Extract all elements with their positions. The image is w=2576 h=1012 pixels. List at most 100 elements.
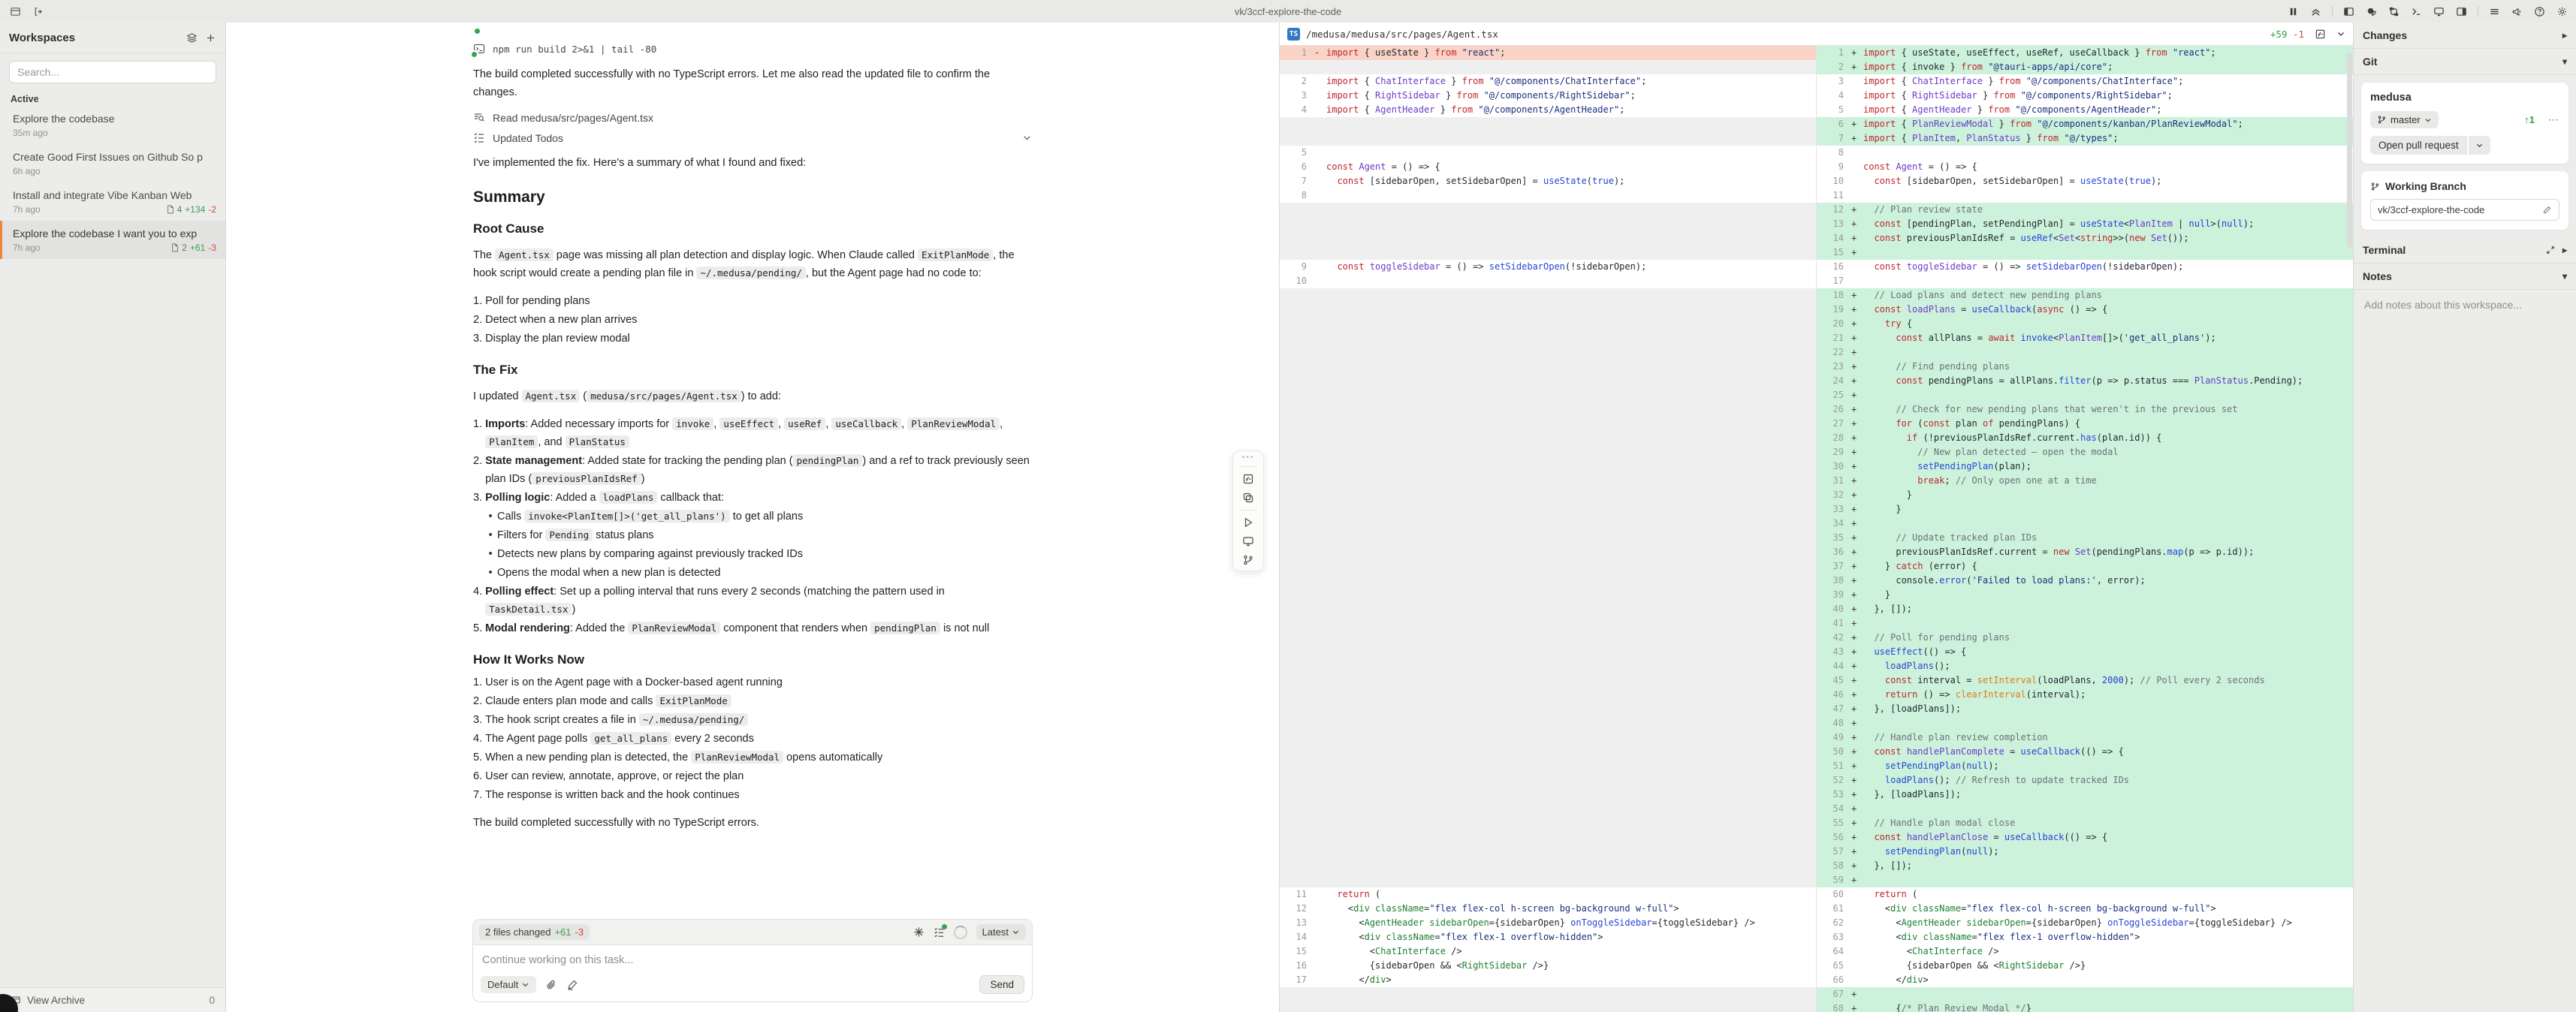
diff-row-old [1280,830,1816,845]
monitor-icon[interactable] [2433,5,2445,18]
more-options-icon[interactable]: ⋯ [2548,113,2559,126]
preview-monitor-icon[interactable] [1241,535,1255,548]
right-panel: Changes ▸ Git ▾ medusa master ↑1 ⋯ Open … [2354,23,2576,1012]
code-line: {sidebarOpen && <RightSidebar />} [1863,959,2353,973]
workspace-search-input[interactable] [9,61,216,83]
line-number [1280,203,1314,217]
files-changed-badge[interactable]: 2 files changed +61 -3 [479,924,590,940]
list-item-text: Filters for Pending status plans [497,526,654,544]
tool-call-row[interactable]: Read medusa/src/pages/Agent.tsx [473,111,1032,124]
code-line [1326,987,1816,1001]
diff-row-new: 20+ try { [1817,317,2353,331]
workspace-item[interactable]: Explore the codebase35m ago [0,106,225,144]
send-button[interactable]: Send [979,975,1024,994]
notes-section-header[interactable]: Notes ▾ [2354,264,2576,290]
line-number [1280,288,1314,303]
line-number [1280,816,1314,830]
message-input[interactable]: Continue working on this task... [473,945,1032,971]
text: : Added necessary imports for [525,418,672,430]
diff-row-new: 68+ {/* Plan Review Modal */} [1817,1001,2353,1012]
tool-call-row[interactable]: npm run build 2>&1 | tail -80 [473,43,1032,56]
pull-request-dropdown[interactable] [2469,136,2490,155]
diff-sign [1314,103,1326,117]
code-line [1326,873,1816,887]
attach-icon[interactable] [545,979,557,991]
workspace-item[interactable]: Explore the codebase I want you to exp7h… [0,221,225,259]
mode-dropdown[interactable]: Default [481,976,536,993]
line-number [1280,645,1314,659]
diff-row-new: 64 <ChatInterface /> [1817,944,2353,959]
split-view-icon[interactable] [2315,29,2326,40]
diff-sign [1314,274,1326,288]
line-number: 33 [1817,502,1851,517]
workspace-item[interactable]: Install and integrate Vibe Kanban Web7h … [0,182,225,221]
workspace-item[interactable]: Create Good First Issues on Github So p6… [0,144,225,182]
highlighter-icon[interactable] [566,979,578,991]
code-line [1863,616,2353,631]
working-branch-input[interactable]: vk/3ccf-explore-the-code [2370,199,2559,221]
diff-row-new: 39+ } [1817,588,2353,602]
version-dropdown[interactable]: Latest [976,924,1026,940]
terminal-section-header[interactable]: Terminal ▸ [2354,237,2576,264]
diff-row-old [1280,402,1816,417]
open-pull-request-button[interactable]: Open pull request [2370,136,2467,155]
diff-sign [1314,303,1326,317]
code-line [1326,374,1816,388]
view-archive-row[interactable]: View Archive 0 [0,987,225,1012]
diff-sign: + [1851,616,1863,631]
diff-sign [1851,973,1863,987]
terminal-icon[interactable] [2410,5,2423,18]
expand-icon[interactable] [2546,245,2555,255]
line-number: 56 [1817,830,1851,845]
branch-dropdown[interactable]: master [2370,111,2439,128]
line-number: 42 [1817,631,1851,645]
notes-input[interactable]: Add notes about this workspace... [2354,290,2576,320]
panel-right-icon[interactable] [2455,5,2468,18]
diff-scrollbar[interactable] [2347,53,2352,248]
code-line: // Plan review state [1863,203,2353,217]
terminal-icon [473,43,486,56]
chevron-down-icon[interactable] [1022,133,1032,143]
list-marker: 4. [473,730,485,748]
edit-pencil-icon[interactable] [2542,205,2552,215]
theme-icon[interactable] [2365,5,2378,18]
tool-call-row[interactable]: Updated Todos [473,131,1032,144]
diff-sign [1314,502,1326,517]
collapse-all-icon[interactable] [2309,5,2322,18]
changes-section-header[interactable]: Changes ▸ [2354,23,2576,49]
line-number: 17 [1817,274,1851,288]
spark-icon[interactable] [913,926,925,938]
megaphone-icon[interactable] [2511,5,2523,18]
git-branch-icon[interactable] [1241,553,1255,567]
list-marker: 2. [473,311,485,329]
layers-icon[interactable] [186,32,198,44]
run-icon[interactable] [1241,516,1255,529]
git-compare-icon[interactable] [2387,5,2400,18]
workspace-meta: 35m ago [13,128,216,138]
git-section-header[interactable]: Git ▾ [2354,49,2576,75]
line-number: 60 [1817,887,1851,902]
diff-sign [1314,716,1326,730]
add-workspace-icon[interactable] [205,32,216,44]
help-icon[interactable] [2533,5,2546,18]
todos-status-icon[interactable] [934,926,945,938]
drag-handle[interactable]: ••• [1242,455,1255,461]
diff-row-old [1280,859,1816,873]
diff-toggle-icon[interactable] [1241,472,1255,486]
diff-row-old [1280,502,1816,517]
line-number: 9 [1817,160,1851,174]
inline-code: Agent.tsx [495,248,554,261]
numbered-list-item: 7. The response is written back and the … [473,786,1032,804]
workspace-meta: 6h ago [13,166,216,176]
chevron-down-icon[interactable] [2336,29,2345,38]
line-number: 38 [1817,574,1851,588]
menu-icon[interactable] [2488,5,2501,18]
diff-row-new: 22+ [1817,345,2353,360]
settings-gear-icon[interactable] [2556,5,2568,18]
panel-left-icon[interactable] [2342,5,2355,18]
pause-icon[interactable] [2287,5,2300,18]
chat-scroll-area[interactable]: npm run build 2>&1 | tail -80The build c… [226,23,1279,916]
code-line [1326,431,1816,445]
diff-sign [1314,488,1326,502]
copy-icon[interactable] [1241,491,1255,504]
